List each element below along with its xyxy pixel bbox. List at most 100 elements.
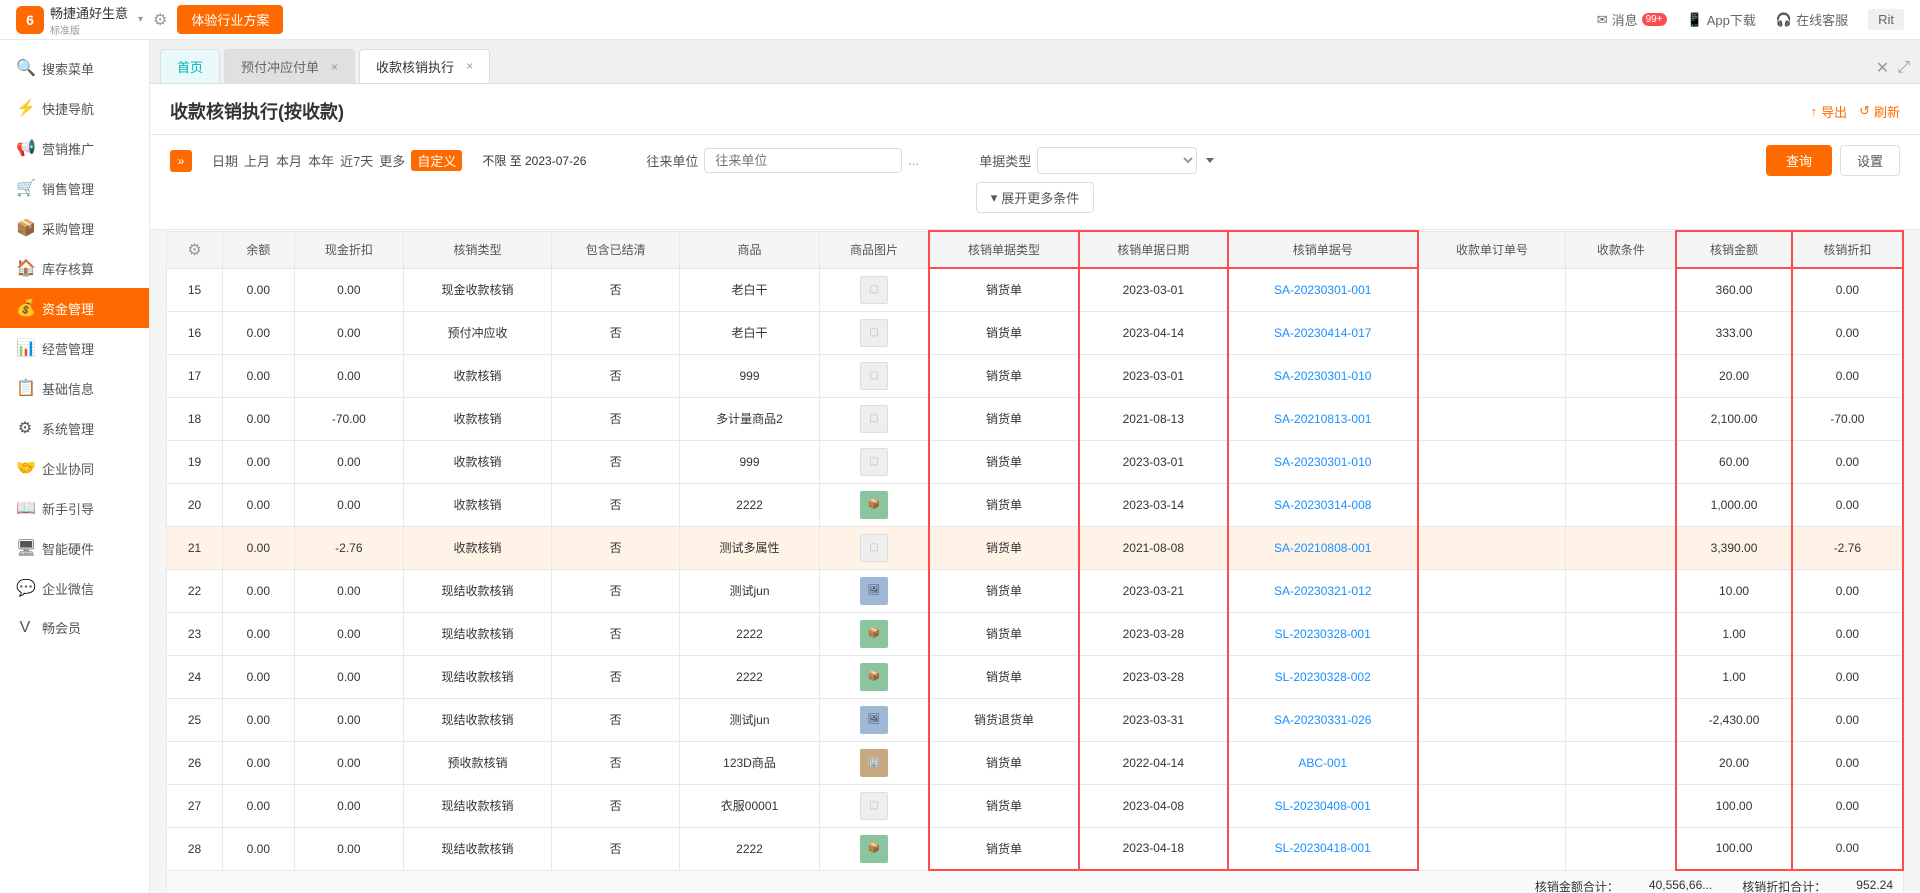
close-tab-btn[interactable]: ✕	[1876, 58, 1889, 78]
cell-included: 否	[551, 741, 680, 784]
refresh-btn[interactable]: ↺ 刷新	[1859, 102, 1900, 121]
date-this-year[interactable]: 本年	[308, 151, 334, 170]
sidebar-item-shortcut[interactable]: ⚡ 快捷导航	[0, 88, 149, 128]
cell-no: 28	[167, 827, 223, 870]
expand-conditions-btn[interactable]: ▾ 展开更多条件	[976, 182, 1095, 213]
cell-cash-discount: 0.00	[294, 827, 404, 870]
sidebar-item-basic-info[interactable]: 📋 基础信息	[0, 368, 149, 408]
cell-writeoff-type: 预收款核销	[404, 741, 552, 784]
cell-bill-no[interactable]: SA-20230331-026	[1228, 698, 1418, 741]
cell-bill-no[interactable]: SL-20230328-001	[1228, 612, 1418, 655]
cell-bill-no[interactable]: SL-20230408-001	[1228, 784, 1418, 827]
cell-discount: 0.00	[1792, 483, 1903, 526]
cell-bill-type: 销货单	[929, 311, 1078, 354]
date-7days[interactable]: 近7天	[340, 151, 373, 170]
sidebar-item-collab[interactable]: 🤝 企业协同	[0, 448, 149, 488]
total-amount-label: 核销金额合计：	[1535, 878, 1619, 893]
cell-bill-no[interactable]: SL-20230328-002	[1228, 655, 1418, 698]
bill-no-link[interactable]: SA-20230301-010	[1274, 455, 1371, 469]
bill-no-link[interactable]: SL-20230328-002	[1275, 670, 1371, 684]
cell-bill-no[interactable]: SA-20230301-010	[1228, 354, 1418, 397]
bill-type-select[interactable]	[1037, 147, 1197, 174]
sidebar-item-marketing[interactable]: 📢 营销推广	[0, 128, 149, 168]
bill-no-link[interactable]: ABC-001	[1298, 756, 1347, 770]
cell-bill-no[interactable]: SA-20210813-001	[1228, 397, 1418, 440]
cell-no: 20	[167, 483, 223, 526]
notification-label: 消息	[1612, 10, 1638, 29]
app-download-btn[interactable]: 📱 App下载	[1687, 10, 1756, 29]
tab-prepay-close[interactable]: ×	[331, 60, 338, 74]
cell-receipt-cond	[1566, 741, 1676, 784]
cell-cash-discount: 0.00	[294, 354, 404, 397]
sidebar-label-collab: 企业协同	[42, 459, 94, 478]
col-settings-icon[interactable]: ⚙	[187, 242, 201, 259]
sidebar-item-sales[interactable]: 🛒 销售管理	[0, 168, 149, 208]
bill-no-link[interactable]: SA-20210808-001	[1274, 541, 1371, 555]
settings-btn[interactable]: 设置	[1840, 145, 1900, 176]
sidebar-item-finance[interactable]: 💰 资金管理	[0, 288, 149, 328]
table-footer: 核销金额合计： 40,556,66... 核销折扣合计： 952.24	[166, 871, 1904, 893]
bill-no-link[interactable]: SA-20230301-001	[1274, 283, 1371, 297]
date-more[interactable]: 更多	[379, 151, 405, 170]
notification-btn[interactable]: ✉ 消息 99+	[1597, 10, 1667, 29]
online-service-btn[interactable]: 🎧 在线客服	[1776, 10, 1848, 29]
cell-balance: 0.00	[223, 440, 294, 483]
sidebar-item-system[interactable]: ⚙ 系统管理	[0, 408, 149, 448]
bill-no-link[interactable]: SL-20230418-001	[1275, 841, 1371, 855]
logo-dropdown-arrow[interactable]: ▾	[138, 14, 143, 25]
sidebar-item-purchase[interactable]: 📦 采购管理	[0, 208, 149, 248]
cell-bill-no[interactable]: SA-20210808-001	[1228, 526, 1418, 569]
cell-receipt-cond	[1566, 526, 1676, 569]
sidebar-item-wechat[interactable]: 💬 企业微信	[0, 568, 149, 608]
table-wrapper: ⚙ 余额 现金折扣 核销类型 包含已结清 商品 商品图片 核销单据类型 核销单据…	[150, 230, 1920, 893]
gear-icon[interactable]: ⚙	[153, 10, 167, 30]
cell-bill-no[interactable]: SA-20230301-010	[1228, 440, 1418, 483]
sidebar-item-guide[interactable]: 📖 新手引导	[0, 488, 149, 528]
cell-amount: 1,000.00	[1676, 483, 1791, 526]
tab-prepay[interactable]: 预付冲应付单 ×	[224, 49, 355, 83]
col-header-settings[interactable]: ⚙	[167, 231, 223, 268]
tab-writeoff-close[interactable]: ×	[466, 59, 473, 73]
cell-bill-no[interactable]: SA-20230414-017	[1228, 311, 1418, 354]
from-unit-input[interactable]	[704, 148, 902, 173]
bill-no-link[interactable]: SL-20230328-001	[1275, 627, 1371, 641]
cell-bill-no[interactable]: SA-20230321-012	[1228, 569, 1418, 612]
cell-bill-no[interactable]: SL-20230418-001	[1228, 827, 1418, 870]
bill-no-link[interactable]: SA-20230414-017	[1274, 326, 1371, 340]
bill-no-link[interactable]: SL-20230408-001	[1275, 799, 1371, 813]
cell-receipt-cond	[1566, 483, 1676, 526]
filter-collapse-btn[interactable]: »	[170, 150, 192, 172]
user-area[interactable]: Rit	[1868, 9, 1904, 30]
cell-receipt-no	[1418, 784, 1566, 827]
refresh-label: 刷新	[1874, 102, 1900, 121]
date-last-month[interactable]: 上月	[244, 151, 270, 170]
sidebar-item-search[interactable]: 🔍 搜索菜单	[0, 48, 149, 88]
cell-goods-img: 📦	[819, 827, 929, 870]
cell-receipt-cond	[1566, 397, 1676, 440]
cell-goods: 2222	[680, 483, 819, 526]
bill-no-link[interactable]: SA-20230331-026	[1274, 713, 1371, 727]
cell-bill-no[interactable]: ABC-001	[1228, 741, 1418, 784]
sidebar-item-vip[interactable]: V 畅会员	[0, 608, 149, 647]
cell-balance: 0.00	[223, 827, 294, 870]
bill-no-link[interactable]: SA-20230314-008	[1274, 498, 1371, 512]
query-btn[interactable]: 查询	[1766, 145, 1832, 176]
sidebar-item-operations[interactable]: 📊 经营管理	[0, 328, 149, 368]
cell-bill-no[interactable]: SA-20230301-001	[1228, 268, 1418, 311]
expand-tab-btn[interactable]: ⤢	[1897, 59, 1910, 77]
tab-home[interactable]: 首页	[160, 49, 220, 83]
cell-bill-no[interactable]: SA-20230314-008	[1228, 483, 1418, 526]
bill-no-link[interactable]: SA-20230321-012	[1274, 584, 1371, 598]
trial-btn[interactable]: 体验行业方案	[177, 5, 283, 34]
cell-balance: 0.00	[223, 311, 294, 354]
date-range-display: 不限 至 2023-07-26	[482, 152, 586, 169]
sidebar-item-hardware[interactable]: 🖥 智能硬件	[0, 528, 149, 568]
cell-balance: 0.00	[223, 698, 294, 741]
sidebar-item-inventory[interactable]: 🏠 库存核算	[0, 248, 149, 288]
date-this-month[interactable]: 本月	[276, 151, 302, 170]
bill-no-link[interactable]: SA-20230301-010	[1274, 369, 1371, 383]
bill-no-link[interactable]: SA-20210813-001	[1274, 412, 1371, 426]
date-custom[interactable]: 自定义	[411, 150, 462, 171]
export-btn[interactable]: ↑ 导出	[1811, 102, 1848, 121]
tab-writeoff[interactable]: 收款核销执行 ×	[359, 49, 490, 83]
